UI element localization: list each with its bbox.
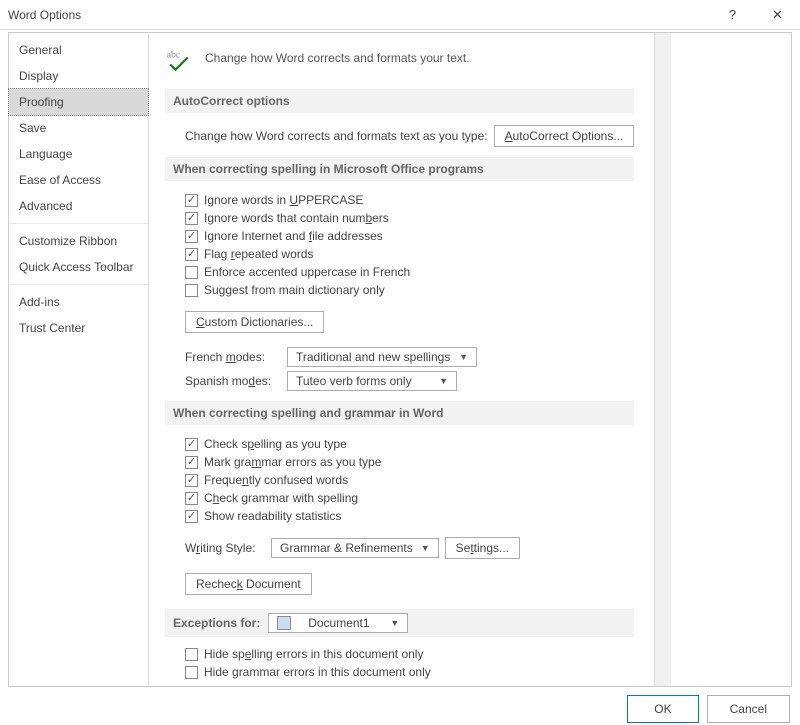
sidebar-item-quick-access-toolbar[interactable]: Quick Access Toolbar: [9, 254, 148, 280]
check-ignore-internet[interactable]: [185, 230, 198, 243]
autocorrect-desc: Change how Word corrects and formats tex…: [185, 129, 488, 143]
section-spelling-word-header: When correcting spelling and grammar in …: [165, 401, 634, 425]
document-icon: [277, 616, 291, 630]
content: abc Change how Word corrects and formats…: [149, 33, 654, 686]
sidebar-item-ease-of-access[interactable]: Ease of Access: [9, 167, 148, 193]
exceptions-document-select[interactable]: Document1▼: [268, 613, 408, 633]
check-ignore-internet-label: Ignore Internet and file addresses: [204, 229, 383, 243]
help-button[interactable]: ?: [710, 0, 755, 30]
check-spelling-as-type-label: Check spelling as you type: [204, 437, 347, 451]
intro: abc Change how Word corrects and formats…: [165, 47, 634, 75]
check-ignore-numbers[interactable]: [185, 212, 198, 225]
check-readability[interactable]: [185, 510, 198, 523]
sidebar-item-language[interactable]: Language: [9, 141, 148, 167]
section-spelling-office-header: When correcting spelling in Microsoft Of…: [165, 157, 634, 181]
recheck-document-button[interactable]: Recheck Document: [185, 573, 312, 595]
writing-style-label: Writing Style:: [185, 541, 265, 555]
sidebar-item-add-ins[interactable]: Add-ins: [9, 289, 148, 315]
settings-button[interactable]: Settings...: [445, 537, 520, 559]
footer: OK Cancel: [0, 687, 800, 723]
check-ignore-numbers-label: Ignore words that contain numbers: [204, 211, 389, 225]
main-region: General Display Proofing Save Language E…: [8, 32, 792, 687]
check-main-dictionary-label: Suggest from main dictionary only: [204, 283, 385, 297]
check-frequently-confused-label: Frequently confused words: [204, 473, 348, 487]
caret-down-icon: ▼: [459, 352, 468, 362]
check-mark-grammar-label: Mark grammar errors as you type: [204, 455, 381, 469]
caret-down-icon: ▼: [421, 543, 430, 553]
section-autocorrect-header: AutoCorrect options: [165, 89, 634, 113]
ok-button[interactable]: OK: [627, 695, 698, 723]
check-grammar-with-spelling-label: Check grammar with spelling: [204, 491, 358, 505]
sidebar-divider: [9, 223, 148, 224]
french-modes-label: French modes:: [185, 350, 281, 364]
sidebar-item-save[interactable]: Save: [9, 115, 148, 141]
sidebar-item-proofing[interactable]: Proofing: [8, 88, 149, 116]
caret-down-icon: ▼: [439, 376, 448, 386]
svg-text:abc: abc: [167, 50, 180, 61]
sidebar-item-customize-ribbon[interactable]: Customize Ribbon: [9, 228, 148, 254]
sidebar: General Display Proofing Save Language E…: [9, 33, 149, 686]
check-enforce-accented-label: Enforce accented uppercase in French: [204, 265, 410, 279]
writing-style-select[interactable]: Grammar & Refinements▼: [271, 538, 439, 558]
check-hide-spelling-errors-label: Hide spelling errors in this document on…: [204, 647, 423, 661]
close-button[interactable]: ✕: [755, 0, 800, 30]
sidebar-item-trust-center[interactable]: Trust Center: [9, 315, 148, 341]
titlebar-controls: ? ✕: [710, 0, 800, 30]
check-hide-grammar-errors[interactable]: [185, 666, 198, 679]
check-spelling-as-type[interactable]: [185, 438, 198, 451]
check-ignore-uppercase-label: Ignore words in UPPERCASE: [204, 193, 363, 207]
spanish-modes-label: Spanish modes:: [185, 374, 281, 388]
sidebar-item-advanced[interactable]: Advanced: [9, 193, 148, 219]
sidebar-divider: [9, 284, 148, 285]
check-grammar-with-spelling[interactable]: [185, 492, 198, 505]
exceptions-title: Exceptions for:: [173, 616, 260, 630]
check-frequently-confused[interactable]: [185, 474, 198, 487]
check-mark-grammar[interactable]: [185, 456, 198, 469]
content-wrap: abc Change how Word corrects and formats…: [149, 33, 671, 686]
check-flag-repeated[interactable]: [185, 248, 198, 261]
intro-text: Change how Word corrects and formats you…: [205, 47, 470, 65]
autocorrect-options-button[interactable]: AutoCorrect Options...: [494, 125, 635, 147]
cancel-button[interactable]: Cancel: [707, 695, 790, 723]
check-ignore-uppercase[interactable]: [185, 194, 198, 207]
sidebar-item-general[interactable]: General: [9, 37, 148, 63]
window-title: Word Options: [8, 8, 81, 22]
proofing-icon: abc: [165, 47, 193, 75]
titlebar: Word Options ? ✕: [0, 0, 800, 30]
custom-dictionaries-button[interactable]: Custom Dictionaries...: [185, 311, 324, 333]
french-modes-select[interactable]: Traditional and new spellings▼: [287, 347, 477, 367]
spanish-modes-select[interactable]: Tuteo verb forms only▼: [287, 371, 457, 391]
check-readability-label: Show readability statistics: [204, 509, 341, 523]
check-hide-spelling-errors[interactable]: [185, 648, 198, 661]
section-exceptions-header: Exceptions for: Document1▼: [165, 609, 634, 637]
scrollbar[interactable]: [654, 33, 671, 686]
check-flag-repeated-label: Flag repeated words: [204, 247, 313, 261]
sidebar-item-display[interactable]: Display: [9, 63, 148, 89]
caret-down-icon: ▼: [390, 618, 399, 628]
check-main-dictionary[interactable]: [185, 284, 198, 297]
check-hide-grammar-errors-label: Hide grammar errors in this document onl…: [204, 665, 431, 679]
check-enforce-accented[interactable]: [185, 266, 198, 279]
